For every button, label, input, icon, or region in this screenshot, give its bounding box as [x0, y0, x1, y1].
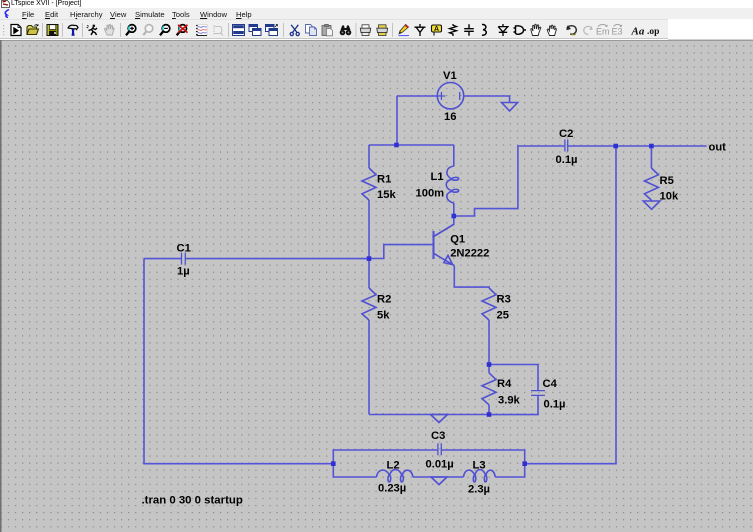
svg-text:R2: R2: [377, 294, 391, 306]
svg-text:.op: .op: [647, 27, 659, 37]
svg-text:5k: 5k: [377, 310, 390, 322]
svg-text:3.9k: 3.9k: [498, 395, 521, 407]
svg-text:0.01µ: 0.01µ: [426, 459, 454, 471]
svg-text:16: 16: [444, 111, 456, 123]
svg-text:Q1: Q1: [450, 233, 465, 245]
svg-text:L2: L2: [387, 460, 400, 472]
svg-text:10k: 10k: [660, 191, 679, 203]
svg-text:15k: 15k: [377, 189, 396, 201]
svg-text:E3: E3: [612, 27, 623, 37]
svg-text:100m: 100m: [416, 188, 445, 200]
svg-text:.tran 0 30 0 startup: .tran 0 30 0 startup: [142, 495, 243, 507]
svg-text:Aa: Aa: [631, 26, 645, 38]
svg-text:R4: R4: [497, 378, 512, 390]
svg-text:2.3µ: 2.3µ: [468, 484, 490, 496]
svg-text:R5: R5: [660, 175, 674, 187]
svg-text:0.23µ: 0.23µ: [378, 483, 406, 495]
svg-text:out: out: [709, 142, 727, 154]
svg-text:1µ: 1µ: [177, 266, 190, 278]
svg-text:A: A: [434, 26, 439, 33]
svg-text:2N2222: 2N2222: [450, 248, 489, 260]
svg-text:C2: C2: [559, 128, 573, 140]
svg-text:C3: C3: [431, 430, 445, 442]
svg-text:Em: Em: [596, 27, 610, 37]
svg-text:C1: C1: [177, 243, 191, 255]
svg-text:0.1µ: 0.1µ: [544, 399, 566, 411]
svg-text:C4: C4: [543, 378, 558, 390]
svg-text:0.1µ: 0.1µ: [556, 154, 578, 166]
svg-text:L1: L1: [431, 171, 444, 183]
svg-text:V1: V1: [443, 70, 457, 82]
svg-text:L3: L3: [473, 460, 486, 472]
svg-text:R3: R3: [497, 294, 511, 306]
svg-text:R1: R1: [377, 174, 391, 186]
svg-text:25: 25: [497, 310, 509, 322]
